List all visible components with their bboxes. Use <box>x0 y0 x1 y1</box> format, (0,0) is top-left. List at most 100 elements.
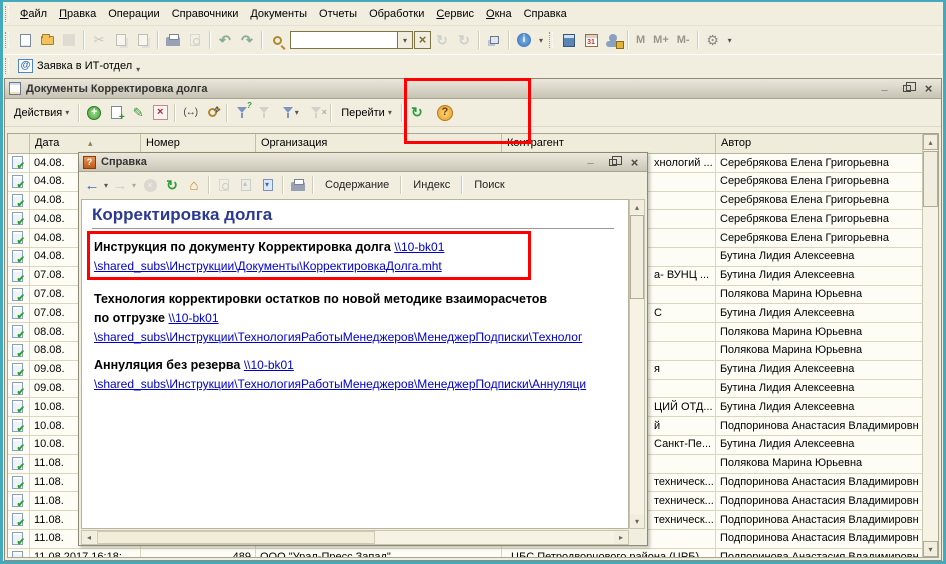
path-link[interactable]: \shared_subs\Инструкции\ТехнологияРаботы… <box>94 377 586 391</box>
search-input[interactable] <box>290 31 398 49</box>
cell-author[interactable]: Подпоринова Анастасия Владимировн <box>716 549 922 557</box>
scroll-left-button[interactable]: ◂ <box>82 531 96 544</box>
windows-button[interactable] <box>483 29 505 51</box>
memory-m-plus-button[interactable]: M+ <box>649 34 673 46</box>
it-request-button[interactable]: Заявка в ИТ-отдел <box>14 57 144 76</box>
scroll-down-button[interactable]: ▾ <box>630 514 644 528</box>
info-dropdown-button[interactable] <box>535 29 547 51</box>
paste-button[interactable] <box>132 29 154 51</box>
cell-author[interactable]: Подпоринова Анастасия Владимировн <box>716 530 922 548</box>
menu-item-4[interactable]: Справочники <box>166 6 245 22</box>
table-vertical-scrollbar[interactable]: ▴ ▾ <box>922 134 938 557</box>
tab-index[interactable]: Индекс <box>405 177 458 193</box>
set-interval-button[interactable] <box>179 102 201 124</box>
menu-item-1[interactable]: Файл <box>14 6 53 22</box>
scroll-down-button[interactable]: ▾ <box>923 541 938 557</box>
cell-author[interactable]: Полякова Марина Юрьевна <box>716 323 922 341</box>
scroll-thumb[interactable] <box>923 151 938 207</box>
print-preview-button[interactable] <box>184 29 206 51</box>
forward-history-button[interactable] <box>129 174 139 196</box>
scroll-thumb[interactable] <box>97 531 375 544</box>
help-print-button[interactable] <box>287 174 309 196</box>
nav-forward-button[interactable] <box>453 29 475 51</box>
menu-item-3[interactable]: Операции <box>102 6 165 22</box>
cell-author[interactable]: Бутина Лидия Алексеевна <box>716 248 922 266</box>
copy-button[interactable] <box>110 29 132 51</box>
help-minimize-button[interactable] <box>582 155 599 169</box>
header-icon-column[interactable] <box>8 134 30 153</box>
filter-button[interactable] <box>253 102 275 124</box>
cell-author[interactable]: Бутина Лидия Алексеевна <box>716 380 922 398</box>
cell-author[interactable]: Полякова Марина Юрьевна <box>716 455 922 473</box>
cell-author[interactable]: Бутина Лидия Алексеевна <box>716 361 922 379</box>
edit-button[interactable] <box>127 102 149 124</box>
server-link[interactable]: \\10-bk01 <box>244 358 294 372</box>
save-button[interactable] <box>58 29 80 51</box>
service-dropdown-button[interactable] <box>724 29 736 51</box>
print-button[interactable] <box>162 29 184 51</box>
home-button[interactable] <box>183 174 205 196</box>
cell-author[interactable]: Подпоринова Анастасия Владимировн <box>716 417 922 435</box>
search-dropdown-button[interactable] <box>398 31 413 49</box>
cell-author[interactable]: Подпоринова Анастасия Владимировн <box>716 511 922 529</box>
header-author[interactable]: Автор <box>716 134 938 153</box>
open-button[interactable] <box>36 29 58 51</box>
cell-author[interactable]: Серебрякова Елена Григорьевна <box>716 210 922 228</box>
actions-button[interactable]: Действия <box>8 104 75 122</box>
header-number[interactable]: Номер <box>141 134 256 153</box>
search-button[interactable] <box>266 29 288 51</box>
calendar-button[interactable] <box>580 29 602 51</box>
info-button[interactable] <box>513 29 535 51</box>
toolbar-grip[interactable] <box>5 5 9 22</box>
cell-author[interactable]: Серебрякова Елена Григорьевна <box>716 192 922 210</box>
cell-contragent[interactable]: ЦБС Петродворцового района (ЦРБ) <box>502 548 716 557</box>
clear-search-button[interactable] <box>414 31 431 49</box>
tab-search[interactable]: Поиск <box>466 177 512 193</box>
scroll-up-button[interactable]: ▴ <box>923 134 938 150</box>
help-refresh-button[interactable] <box>161 174 183 196</box>
cell-author[interactable]: Бутина Лидия Алексеевна <box>716 436 922 454</box>
cell-organization[interactable]: ООО "Урал-Пресс Запад" <box>256 548 502 557</box>
menu-item-9[interactable]: Окна <box>480 6 518 22</box>
back-button[interactable] <box>83 174 101 196</box>
previous-topic-button[interactable] <box>235 174 257 196</box>
toolbar-grip[interactable] <box>5 32 9 48</box>
cell-author[interactable]: Полякова Марина Юрьевна <box>716 286 922 304</box>
menu-item-10[interactable]: Справка <box>518 6 573 22</box>
toolbar-grip[interactable] <box>549 32 553 48</box>
menu-item-8[interactable]: Сервис <box>430 6 480 22</box>
find-by-number-button[interactable] <box>201 102 223 124</box>
memory-m-button[interactable]: M <box>632 34 649 46</box>
cell-author[interactable]: Бутина Лидия Алексеевна <box>716 304 922 322</box>
add-button[interactable] <box>83 102 105 124</box>
cell-author[interactable]: Серебрякова Елена Григорьевна <box>716 154 922 172</box>
help-close-button[interactable] <box>626 155 643 169</box>
cell-author[interactable]: Полякова Марина Юрьевна <box>716 342 922 360</box>
copy-item-button[interactable] <box>105 102 127 124</box>
menu-item-2[interactable]: Правка <box>53 6 102 22</box>
nav-back-button[interactable] <box>431 29 453 51</box>
table-row-bottom[interactable]: 11.08.2017 16:18:489ООО "Урал-Пресс Запа… <box>8 548 922 557</box>
new-document-button[interactable] <box>14 29 36 51</box>
help-vertical-scrollbar[interactable]: ▴ ▾ <box>629 199 645 529</box>
cell-author[interactable]: Бутина Лидия Алексеевна <box>716 398 922 416</box>
next-topic-button[interactable] <box>257 174 279 196</box>
user-access-button[interactable] <box>602 29 624 51</box>
cell-author[interactable]: Подпоринова Анастасия Владимировн <box>716 492 922 510</box>
header-contragent[interactable]: Контрагент <box>502 134 716 153</box>
go-button[interactable]: Перейти <box>335 104 398 122</box>
clear-filter-button[interactable]: × <box>305 102 327 124</box>
help-maximize-button[interactable] <box>604 155 622 169</box>
menu-item-7[interactable]: Обработки <box>363 6 430 22</box>
restore-button[interactable] <box>898 82 916 96</box>
filter-settings-button[interactable]: ? <box>231 101 253 124</box>
back-history-button[interactable] <box>101 174 111 196</box>
path-link[interactable]: \shared_subs\Инструкции\ТехнологияРаботы… <box>94 330 582 344</box>
cell-date[interactable]: 11.08.2017 16:18: <box>30 548 141 557</box>
forward-button[interactable] <box>111 174 129 196</box>
cell-number[interactable]: 489 <box>141 548 256 557</box>
server-link[interactable]: \\10-bk01 <box>168 311 218 325</box>
undo-button[interactable] <box>214 29 236 51</box>
delete-button[interactable] <box>149 102 171 124</box>
tab-contents[interactable]: Содержание <box>317 177 397 193</box>
